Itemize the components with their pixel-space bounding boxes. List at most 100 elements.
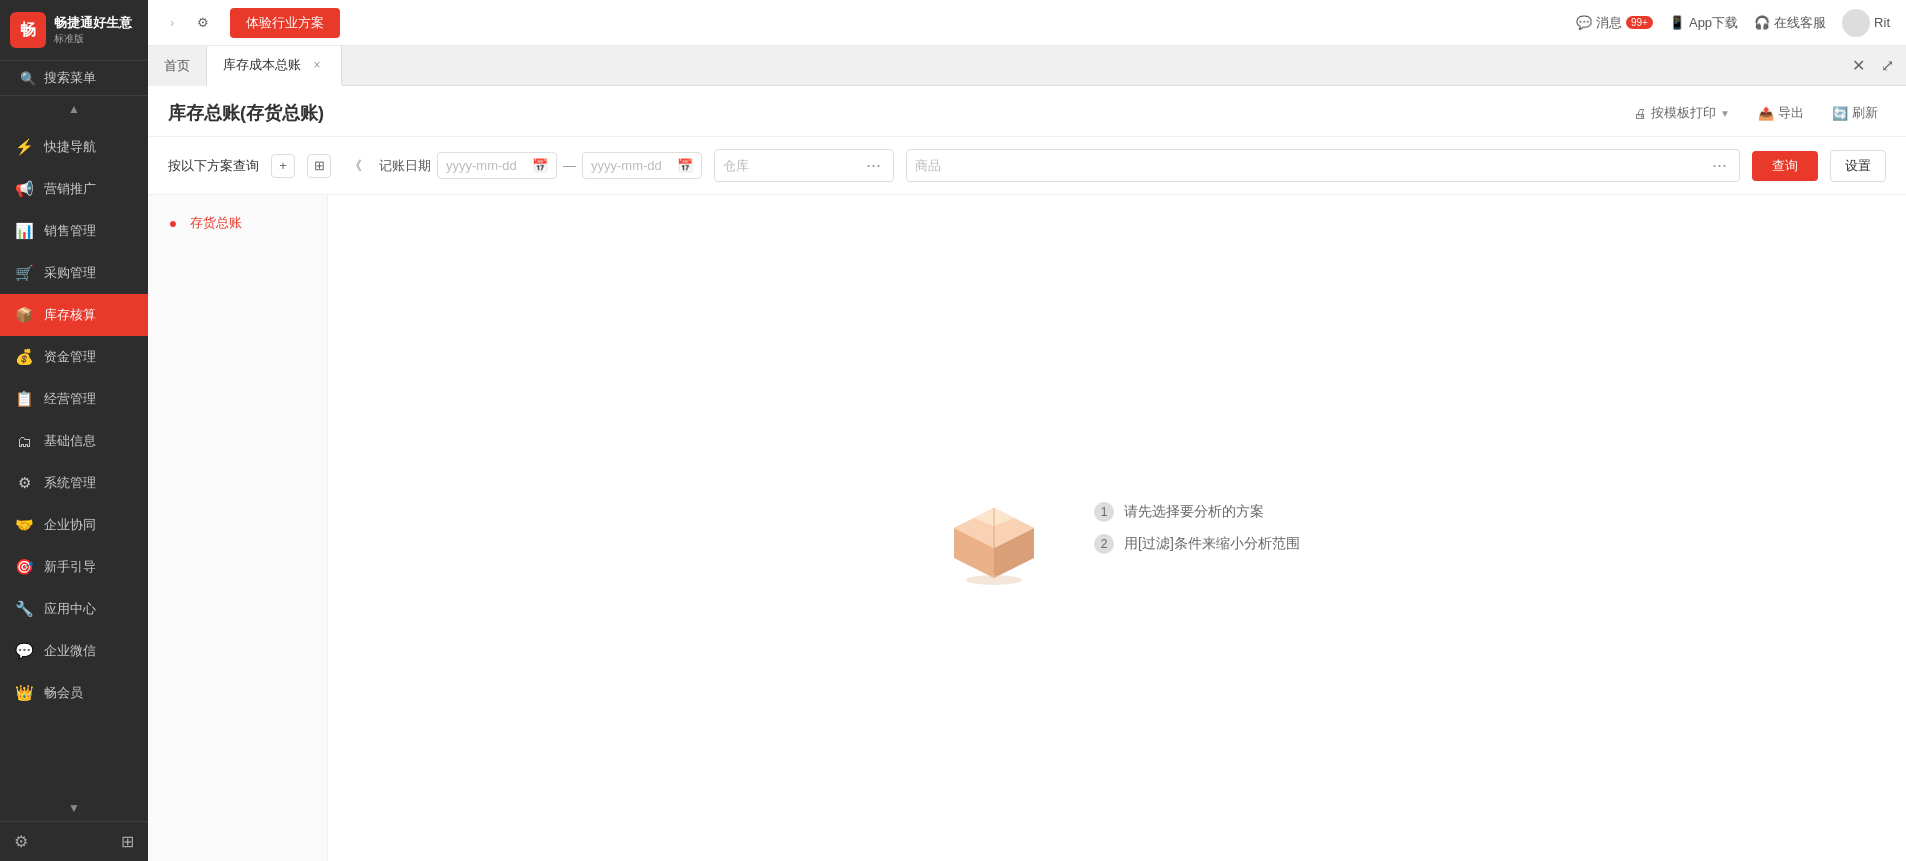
query-button[interactable]: 查询 — [1752, 151, 1818, 181]
sidebar-item-quick-nav[interactable]: ⚡ 快捷导航 — [0, 126, 148, 168]
collapse-sidebar-icon[interactable]: ⊞ — [121, 832, 134, 851]
empty-tips: 1 请先选择要分析的方案 2 用[过滤]条件来缩小分析范围 — [1094, 502, 1300, 554]
settings-link-button[interactable]: 设置 — [1830, 150, 1886, 182]
tab-close-all-button[interactable]: ✕ — [1848, 52, 1869, 79]
sidebar-item-guide[interactable]: 🎯 新手引导 — [0, 546, 148, 588]
filter-add-button[interactable]: + — [271, 154, 295, 178]
tab-bar: 首页 库存成本总账 × ✕ ⤢ — [148, 46, 1906, 86]
filter-row: 按以下方案查询 + ⊞ 《 记账日期 yyyy-mm-dd 📅 — yyyy-m… — [168, 149, 1886, 182]
trial-button[interactable]: 体验行业方案 — [230, 8, 340, 38]
page-header-actions: 🖨 按模板打印 ▼ 📤 导出 🔄 刷新 — [1626, 100, 1886, 126]
tab-expand-button[interactable]: ⤢ — [1877, 52, 1898, 79]
sidebar-item-inventory[interactable]: 📦 库存核算 — [0, 294, 148, 336]
sidebar-item-basic[interactable]: 🗂 基础信息 — [0, 420, 148, 462]
logo-text: 畅捷通好生意 标准版 — [54, 14, 132, 46]
scheme-item-inventory-ledger[interactable]: ● 存货总账 — [148, 205, 327, 241]
tab-expand-area: ✕ ⤢ — [1848, 52, 1898, 79]
wechat-icon: 💬 — [14, 641, 34, 661]
online-service-button[interactable]: 🎧 在线客服 — [1754, 14, 1826, 32]
sidebar-item-operation[interactable]: 📋 经营管理 — [0, 378, 148, 420]
cooperation-icon: 🤝 — [14, 515, 34, 535]
tab-inventory-cost[interactable]: 库存成本总账 × — [207, 46, 342, 86]
tab-home[interactable]: 首页 — [148, 46, 207, 86]
guide-icon: 🎯 — [14, 557, 34, 577]
date-field: 记账日期 yyyy-mm-dd 📅 — yyyy-mm-dd 📅 — [379, 152, 702, 179]
empty-illustration — [934, 468, 1054, 588]
chevron-up-icon: ▲ — [67, 102, 81, 116]
scheme-item-icon: ● — [164, 214, 182, 232]
sidebar-item-appstore[interactable]: 🔧 应用中心 — [0, 588, 148, 630]
export-button[interactable]: 📤 导出 — [1750, 100, 1812, 126]
page-title: 库存总账(存货总账) — [168, 101, 324, 125]
tip-num-2: 2 — [1094, 534, 1114, 554]
svg-point-6 — [966, 575, 1022, 585]
sales-icon: 📊 — [14, 221, 34, 241]
sidebar-item-system[interactable]: ⚙ 系统管理 — [0, 462, 148, 504]
sidebar-item-sales[interactable]: 📊 销售管理 — [0, 210, 148, 252]
scheme-panel: ● 存货总账 — [148, 195, 328, 861]
print-button[interactable]: 🖨 按模板打印 ▼ — [1626, 100, 1738, 126]
inventory-icon: 📦 — [14, 305, 34, 325]
sidebar-footer: ⚙ ⊞ — [0, 821, 148, 861]
user-avatar-button[interactable]: Rit — [1842, 9, 1890, 37]
chevron-right-icon: › — [170, 15, 174, 30]
warehouse-input[interactable]: 仓库 ··· — [714, 149, 894, 182]
tip-item-1: 1 请先选择要分析的方案 — [1094, 502, 1300, 522]
message-icon: 💬 — [1576, 15, 1592, 30]
scroll-up-button[interactable]: ▲ — [0, 96, 148, 122]
empty-inner: 1 请先选择要分析的方案 2 用[过滤]条件来缩小分析范围 — [934, 468, 1300, 588]
system-icon: ⚙ — [14, 473, 34, 493]
empty-state: 1 请先选择要分析的方案 2 用[过滤]条件来缩小分析范围 — [328, 195, 1906, 861]
tip-item-2: 2 用[过滤]条件来缩小分析范围 — [1094, 534, 1300, 554]
gear-icon: ⚙ — [197, 15, 209, 30]
sidebar-item-member[interactable]: 👑 畅会员 — [0, 672, 148, 714]
header-left: › ⚙ 体验行业方案 — [164, 8, 1576, 38]
sidebar-item-marketing[interactable]: 📢 营销推广 — [0, 168, 148, 210]
appstore-icon: 🔧 — [14, 599, 34, 619]
message-button[interactable]: 💬 消息 99+ — [1576, 14, 1653, 32]
settings-footer-icon[interactable]: ⚙ — [14, 832, 28, 851]
date-end-input[interactable]: yyyy-mm-dd 📅 — [582, 152, 702, 179]
app-download-button[interactable]: 📱 App下载 — [1669, 14, 1738, 32]
quick-nav-icon: ⚡ — [14, 137, 34, 157]
search-menu-button[interactable]: 🔍 搜索菜单 — [0, 61, 148, 96]
print-icon: 🖨 — [1634, 106, 1647, 121]
filter-collapse-button[interactable]: 《 — [343, 154, 367, 178]
goods-input[interactable]: 商品 ··· — [906, 149, 1740, 182]
calendar-end-icon: 📅 — [677, 158, 693, 173]
scroll-down-button[interactable]: ▼ — [0, 795, 148, 821]
search-icon: 🔍 — [20, 71, 36, 86]
header-settings-button[interactable]: ⚙ — [188, 8, 218, 38]
sidebar-item-purchase[interactable]: 🛒 采购管理 — [0, 252, 148, 294]
basic-icon: 🗂 — [14, 431, 34, 451]
header-right: 💬 消息 99+ 📱 App下载 🎧 在线客服 Rit — [1576, 9, 1890, 37]
page-header: 库存总账(存货总账) 🖨 按模板打印 ▼ 📤 导出 🔄 刷新 — [148, 86, 1906, 137]
sidebar-item-wechat[interactable]: 💬 企业微信 — [0, 630, 148, 672]
filter-scheme-button[interactable]: ⊞ — [307, 154, 331, 178]
main-content: › ⚙ 体验行业方案 💬 消息 99+ 📱 App下载 🎧 在线客服 — [148, 0, 1906, 861]
goods-more-icon: ··· — [1708, 155, 1731, 176]
sidebar-item-cooperation[interactable]: 🤝 企业协同 — [0, 504, 148, 546]
calendar-icon: 📅 — [532, 158, 548, 173]
finance-icon: 💰 — [14, 347, 34, 367]
date-separator: — — [563, 158, 576, 173]
service-icon: 🎧 — [1754, 15, 1770, 30]
sidebar: 畅 畅捷通好生意 标准版 🔍 搜索菜单 ▲ ⚡ 快捷导航 📢 营销推广 📊 销售… — [0, 0, 148, 861]
filter-area: 按以下方案查询 + ⊞ 《 记账日期 yyyy-mm-dd 📅 — yyyy-m… — [148, 137, 1906, 195]
date-start-input[interactable]: yyyy-mm-dd 📅 — [437, 152, 557, 179]
chevron-down-icon: ▼ — [1720, 108, 1730, 119]
sidebar-logo: 畅 畅捷通好生意 标准版 — [0, 0, 148, 61]
breadcrumb: › — [164, 15, 180, 30]
tip-num-1: 1 — [1094, 502, 1114, 522]
export-icon: 📤 — [1758, 106, 1774, 121]
logo-icon: 畅 — [10, 12, 46, 48]
refresh-button[interactable]: 🔄 刷新 — [1824, 100, 1886, 126]
content-body: ● 存货总账 — [148, 195, 1906, 861]
filter-label: 按以下方案查询 — [168, 157, 259, 175]
refresh-icon: 🔄 — [1832, 106, 1848, 121]
page-area: 库存总账(存货总账) 🖨 按模板打印 ▼ 📤 导出 🔄 刷新 — [148, 86, 1906, 861]
sidebar-item-finance[interactable]: 💰 资金管理 — [0, 336, 148, 378]
tab-close-button[interactable]: × — [309, 57, 325, 73]
sidebar-nav: ⚡ 快捷导航 📢 营销推广 📊 销售管理 🛒 采购管理 📦 库存核算 💰 资金管… — [0, 122, 148, 795]
top-header: › ⚙ 体验行业方案 💬 消息 99+ 📱 App下载 🎧 在线客服 — [148, 0, 1906, 46]
